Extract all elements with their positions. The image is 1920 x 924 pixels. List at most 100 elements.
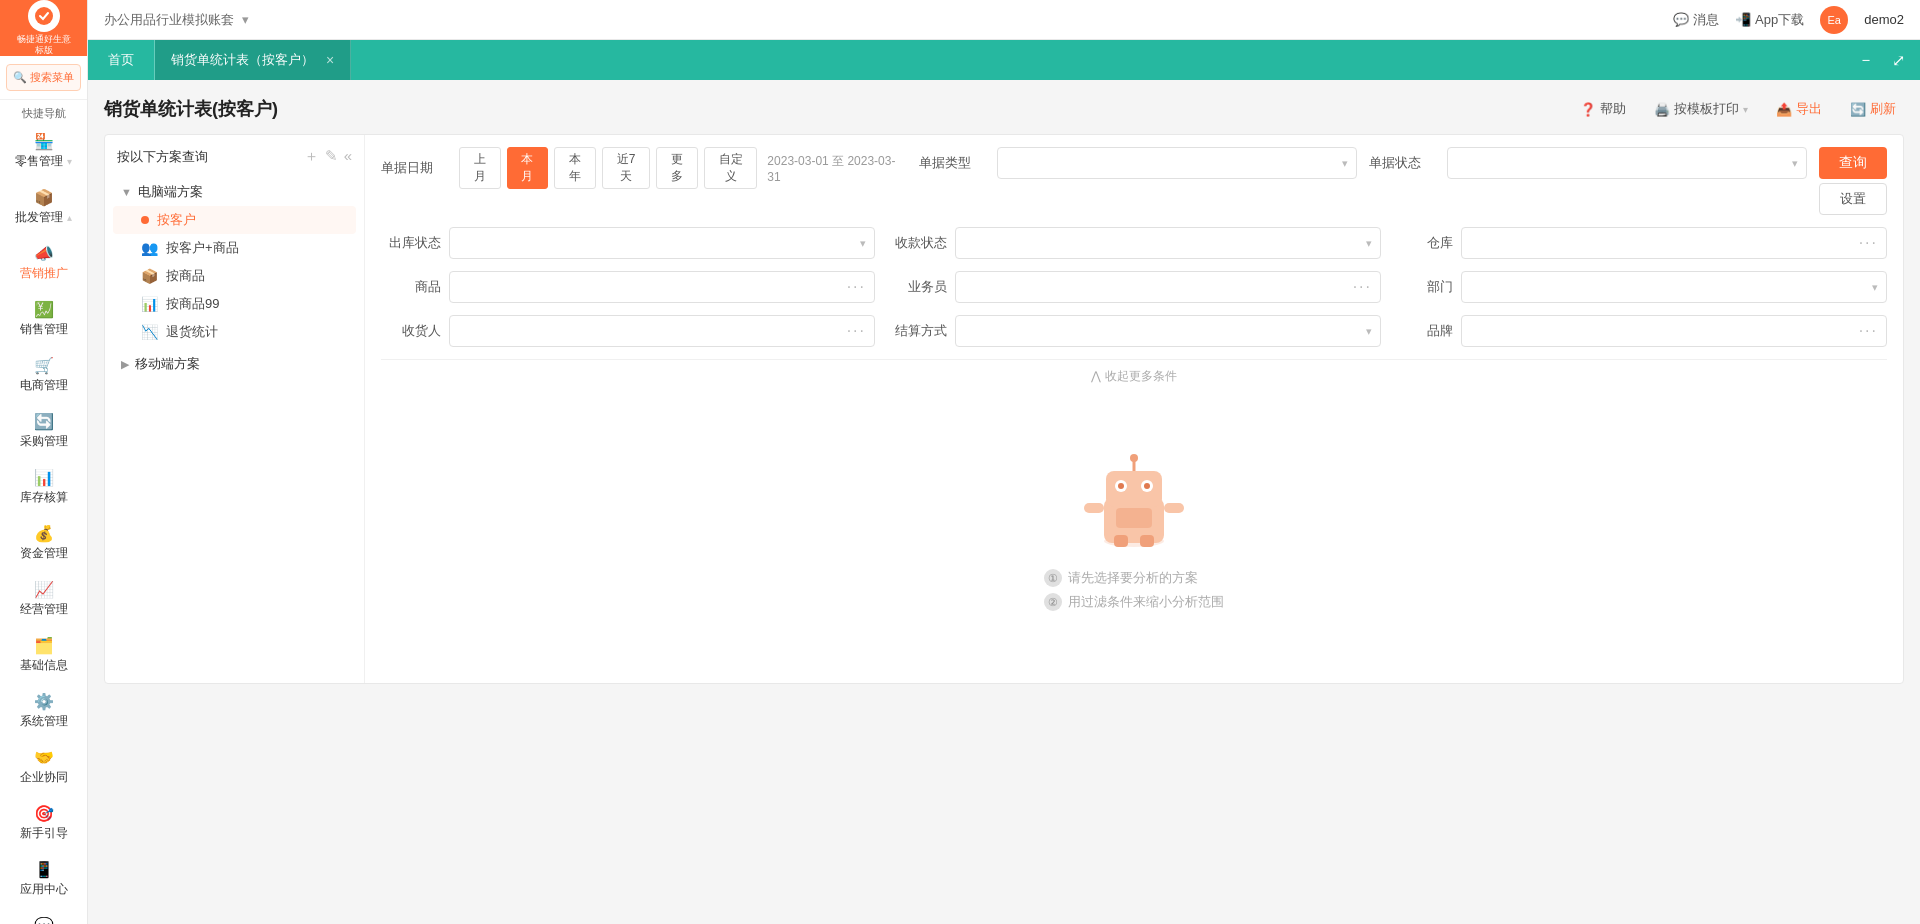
sidebar-item-finance[interactable]: 💰 资金管理 [0, 516, 87, 570]
date-btn-more[interactable]: 更多 [656, 147, 698, 189]
breadcrumb-dropdown[interactable]: ▾ [242, 12, 249, 27]
finance-label: 资金管理 [20, 546, 68, 560]
collapse-panel-button[interactable]: « [344, 147, 352, 166]
goods-field[interactable]: ··· [449, 271, 875, 303]
page-title: 销货单统计表(按客户) [104, 97, 278, 121]
bill-type-arrow: ▾ [1342, 157, 1348, 170]
retail-arrow: ▾ [67, 156, 72, 167]
sidebar-item-wholesale[interactable]: 📦 批发管理 ▴ [0, 180, 87, 234]
warehouse-dots: ··· [1859, 234, 1878, 252]
date-btn-custom[interactable]: 自定义 [704, 147, 757, 189]
sidebar-item-operation[interactable]: 📈 经营管理 [0, 572, 87, 626]
left-panel: 按以下方案查询 ＋ ✎ « ▼ [105, 135, 365, 683]
scheme-item-3[interactable]: 📊 按商品99 [113, 290, 356, 318]
print-arrow: ▾ [1743, 104, 1748, 115]
date-btn-this-year[interactable]: 本年 [554, 147, 596, 189]
brand-field[interactable]: ··· [1461, 315, 1887, 347]
tab-bar: 首页 销货单统计表（按客户） × － ⤢ [88, 40, 1920, 80]
tab-home[interactable]: 首页 [88, 40, 155, 80]
collapse-bar[interactable]: ⋀ 收起更多条件 [381, 359, 1887, 393]
tab-close-button[interactable]: × [326, 52, 334, 68]
svg-point-0 [35, 7, 53, 25]
collapse-label: 收起更多条件 [1105, 369, 1177, 383]
scheme-item-0[interactable]: 按客户 [113, 206, 356, 234]
refresh-button[interactable]: 🔄 刷新 [1842, 96, 1904, 122]
date-btn-last-month[interactable]: 上月 [459, 147, 501, 189]
print-button[interactable]: 🖨️ 按模板打印 ▾ [1646, 96, 1756, 122]
tab-minimize-button[interactable]: － [1852, 46, 1880, 74]
sidebar-item-basic[interactable]: 🗂️ 基础信息 [0, 628, 87, 682]
tab-maximize-button[interactable]: ⤢ [1884, 46, 1912, 74]
wholesale-label: 批发管理 [15, 210, 63, 224]
settle-label: 结算方式 [887, 322, 947, 340]
search-menu-button[interactable]: 🔍 搜索菜单 [6, 64, 81, 91]
sidebar-logo[interactable]: 畅捷通好生意 标版 [0, 0, 88, 56]
sidebar-item-inventory[interactable]: 📊 库存核算 [0, 460, 87, 514]
sidebar-item-marketing[interactable]: 📣 营销推广 [0, 236, 87, 290]
filter-row-3: 商品 ··· 业务员 ··· [381, 271, 1887, 303]
page-content: 销货单统计表(按客户) ❓ 帮助 🖨️ 按模板打印 ▾ 📤 导出 [88, 80, 1920, 924]
scheme-item-1[interactable]: 👥 按客户+商品 [113, 234, 356, 262]
date-btn-this-month[interactable]: 本月 [507, 147, 549, 189]
scheme-group-desktop-header[interactable]: ▼ 电脑端方案 [113, 178, 356, 206]
out-status-field[interactable]: ▾ [449, 227, 875, 259]
desktop-group-label: 电脑端方案 [138, 183, 203, 201]
user-name[interactable]: demo2 [1864, 12, 1904, 27]
hint-item-1: ① 请先选择要分析的方案 [1044, 569, 1224, 587]
sidebar-item-sales[interactable]: 💹 销售管理 [0, 292, 87, 346]
scheme-item-4[interactable]: 📉 退货统计 [113, 318, 356, 346]
brand-dots: ··· [1859, 322, 1878, 340]
avatar[interactable]: Ea [1820, 6, 1848, 34]
settle-field[interactable]: ▾ [955, 315, 1381, 347]
sidebar-item-wechat[interactable]: 💬 企业微信 [0, 908, 87, 924]
filter-receiver: 收货人 ··· [381, 315, 875, 347]
warehouse-label: 仓库 [1393, 234, 1453, 252]
scheme-item-label-1: 按客户+商品 [166, 239, 239, 257]
receive-status-field[interactable]: ▾ [955, 227, 1381, 259]
tab-active-label: 销货单统计表（按客户） [171, 51, 314, 69]
appcenter-label: 应用中心 [20, 882, 68, 896]
app-download-button[interactable]: 📲 App下载 [1735, 11, 1804, 29]
sidebar-item-retail[interactable]: 🏪 零售管理 ▾ [0, 124, 87, 178]
add-scheme-button[interactable]: ＋ [304, 147, 319, 166]
date-btn-7days[interactable]: 近7天 [602, 147, 650, 189]
bill-type-field[interactable]: ▾ [997, 147, 1357, 179]
scheme-item-2[interactable]: 📦 按商品 [113, 262, 356, 290]
sidebar-item-enterprise[interactable]: 🤝 企业协同 [0, 740, 87, 794]
sidebar-item-ecommerce[interactable]: 🛒 电商管理 [0, 348, 87, 402]
message-label: 消息 [1693, 11, 1719, 29]
page-header: 销货单统计表(按客户) ❓ 帮助 🖨️ 按模板打印 ▾ 📤 导出 [104, 96, 1904, 122]
dept-field[interactable]: ▾ [1461, 271, 1887, 303]
edit-scheme-button[interactable]: ✎ [325, 147, 338, 166]
sidebar-item-appcenter[interactable]: 📱 应用中心 [0, 852, 87, 906]
sidebar-item-newguide[interactable]: 🎯 新手引导 [0, 796, 87, 850]
export-button[interactable]: 📤 导出 [1768, 96, 1830, 122]
header-right: 💬 消息 📲 App下载 Ea demo2 [1673, 6, 1904, 34]
svg-rect-5 [1106, 471, 1162, 507]
filter-settle: 结算方式 ▾ [887, 315, 1381, 347]
help-button[interactable]: ❓ 帮助 [1572, 96, 1634, 122]
filter-dept: 部门 ▾ [1393, 271, 1887, 303]
staff-field[interactable]: ··· [955, 271, 1381, 303]
staff-dots: ··· [1353, 278, 1372, 296]
help-icon: ❓ [1580, 102, 1596, 117]
sidebar-item-purchase[interactable]: 🔄 采购管理 [0, 404, 87, 458]
marketing-icon: 📣 [4, 244, 83, 263]
scheme-group-desktop: ▼ 电脑端方案 按客户 👥 按客户+商品 [113, 178, 356, 346]
sidebar-item-system[interactable]: ⚙️ 系统管理 [0, 684, 87, 738]
message-button[interactable]: 💬 消息 [1673, 11, 1719, 29]
goods-dots: ··· [847, 278, 866, 296]
scheme-item-label-4: 退货统计 [166, 323, 218, 341]
receiver-field[interactable]: ··· [449, 315, 875, 347]
tab-active[interactable]: 销货单统计表（按客户） × [155, 40, 351, 80]
bill-status-field[interactable]: ▾ [1447, 147, 1807, 179]
mobile-group-arrow: ▶ [121, 358, 129, 371]
empty-icon [1074, 453, 1194, 553]
warehouse-field[interactable]: ··· [1461, 227, 1887, 259]
scheme-group-mobile-header[interactable]: ▶ 移动端方案 [113, 350, 356, 378]
left-panel-title: 按以下方案查询 [117, 148, 208, 166]
sales-icon: 💹 [4, 300, 83, 319]
filter-staff: 业务员 ··· [887, 271, 1381, 303]
settings-button[interactable]: 设置 [1819, 183, 1887, 215]
query-button[interactable]: 查询 [1819, 147, 1887, 179]
